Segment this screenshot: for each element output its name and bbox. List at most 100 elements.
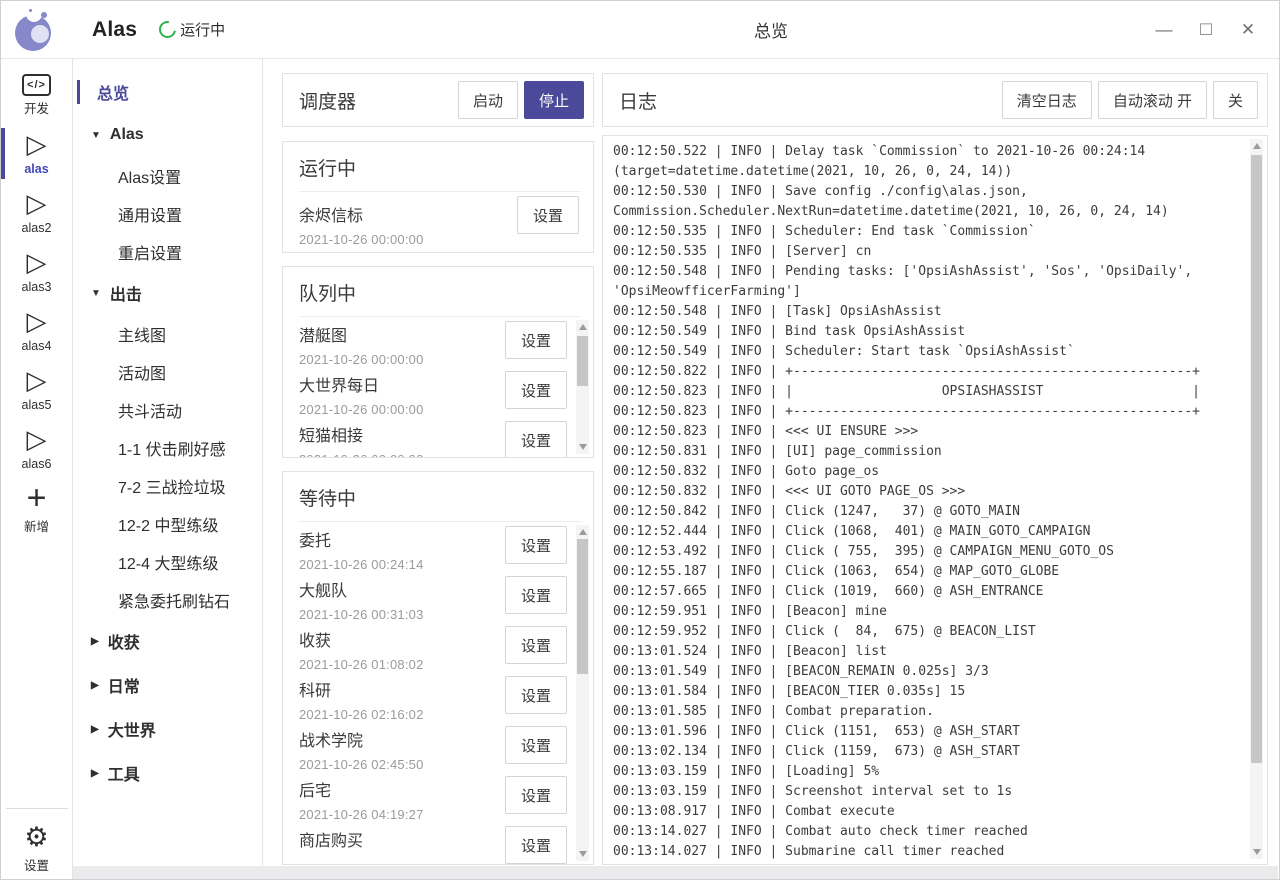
sidebar-item-icon: ▷ — [27, 187, 47, 219]
chevron-icon: ▶ — [91, 768, 99, 779]
log-line: 00:12:59.951 | INFO | [Beacon] mine — [613, 602, 1243, 622]
sidebar-instance-item[interactable]: </> 开发 — [1, 67, 72, 126]
task-settings-button[interactable]: 设置 — [505, 576, 567, 614]
menu-item[interactable]: ▶ 日常 — [73, 663, 262, 707]
log-output[interactable]: 00:12:50.522 | INFO | Delay task `Commis… — [602, 135, 1268, 865]
menu-item[interactable]: Alas设置 — [73, 157, 262, 195]
log-line: 00:12:50.823 | INFO | | OPSIASHASSIST | — [613, 382, 1243, 402]
menu-item[interactable]: 重启设置 — [73, 233, 262, 271]
instance-list: </> 开发 ▷ alas ▷ alas2 ▷ — [1, 67, 72, 539]
sidebar-item-label: alas4 — [22, 339, 52, 353]
chevron-icon: ▶ — [91, 636, 99, 647]
task-settings-button[interactable]: 设置 — [505, 776, 567, 814]
app-title: Alas — [92, 18, 137, 42]
menu-item[interactable]: ▶ 大世界 — [73, 707, 262, 751]
menu-item-label: 紧急委托刷钻石 — [118, 588, 230, 612]
waiting-task-list: 委托 2021-10-26 00:24:14 设置 大舰队 2021-10-26… — [299, 522, 593, 865]
task-settings-button[interactable]: 设置 — [505, 321, 567, 359]
log-line: 00:12:50.549 | INFO | Scheduler: Start t… — [613, 342, 1243, 362]
log-line: 'OpsiMeowfficerFarming'] — [613, 282, 1243, 302]
scrollbar — [1250, 139, 1263, 859]
minimize-icon[interactable]: — — [1147, 13, 1181, 47]
waiting-title: 等待中 — [299, 472, 593, 521]
task-settings-button[interactable]: 设置 — [505, 626, 567, 664]
task-row: 后宅 2021-10-26 04:19:27 设置 — [299, 772, 593, 822]
scroll-down-icon[interactable] — [1253, 849, 1261, 855]
menu-item[interactable]: 1-1 伏击刷好感 — [73, 429, 262, 467]
sidebar-instance-item[interactable]: ▷ alas6 — [1, 421, 72, 480]
sidebar-instance-item[interactable]: ▷ alas3 — [1, 244, 72, 303]
sidebar-instance-item[interactable]: + 新增 — [1, 480, 72, 539]
log-line: 00:13:08.917 | INFO | Combat execute — [613, 802, 1243, 822]
chevron-icon: ▶ — [91, 680, 99, 691]
menu-item[interactable]: 12-2 中型练级 — [73, 505, 262, 543]
window-controls: — □ ✕ — [1147, 1, 1265, 59]
task-settings-button[interactable]: 设置 — [505, 371, 567, 409]
title-bar: Alas 运行中 总览 — □ ✕ — [1, 1, 1279, 59]
log-line: (target=datetime.datetime(2021, 10, 26, … — [613, 162, 1243, 182]
autoscroll-toggle-button[interactable]: 自动滚动 开 — [1098, 81, 1207, 119]
menu-item[interactable]: 主线图 — [73, 315, 262, 353]
scheduler-stop-button[interactable]: 停止 — [524, 81, 584, 119]
menu-item-label: 重启设置 — [118, 240, 182, 264]
log-line: 00:12:50.548 | INFO | [Task] OpsiAshAssi… — [613, 302, 1243, 322]
log-line: 00:12:50.823 | INFO | +-----------------… — [613, 402, 1243, 422]
scheduler-title: 调度器 — [299, 87, 458, 114]
task-settings-button[interactable]: 设置 — [505, 421, 567, 458]
menu-item-label: 日常 — [108, 673, 140, 697]
task-settings-button[interactable]: 设置 — [505, 726, 567, 764]
chevron-icon: ▼ — [91, 288, 101, 299]
running-task-list: 余烬信标 2021-10-26 00:00:00 设置 — [299, 192, 593, 253]
menu-item[interactable]: 活动图 — [73, 353, 262, 391]
collapse-log-button[interactable]: 关 — [1213, 81, 1258, 119]
task-row: 潜艇图 2021-10-26 00:00:00 设置 — [299, 317, 593, 367]
clear-log-button[interactable]: 清空日志 — [1002, 81, 1092, 119]
sidebar-item-icon: ▷ — [27, 423, 47, 455]
scheduler-start-button[interactable]: 启动 — [458, 81, 518, 119]
menu-item[interactable]: 7-2 三战捡垃圾 — [73, 467, 262, 505]
menu-item[interactable]: 共斗活动 — [73, 391, 262, 429]
log-line: 00:12:50.549 | INFO | Bind task OpsiAshA… — [613, 322, 1243, 342]
task-settings-button[interactable]: 设置 — [505, 526, 567, 564]
menu-item[interactable]: 通用设置 — [73, 195, 262, 233]
scroll-up-icon[interactable] — [1253, 143, 1261, 149]
log-line: 00:12:50.535 | INFO | Scheduler: End tas… — [613, 222, 1243, 242]
queued-task-list: 潜艇图 2021-10-26 00:00:00 设置 大世界每日 2021-10… — [299, 317, 593, 458]
task-row: 委托 2021-10-26 00:24:14 设置 — [299, 522, 593, 572]
task-row: 大世界每日 2021-10-26 00:00:00 设置 — [299, 367, 593, 417]
menu-item[interactable]: ▼ 出击 — [73, 271, 262, 315]
sidebar-item-label: alas3 — [22, 280, 52, 294]
scrollbar-thumb[interactable] — [1251, 155, 1262, 763]
close-icon[interactable]: ✕ — [1231, 13, 1265, 47]
log-line: 00:13:03.159 | INFO | [Loading] 5% — [613, 762, 1243, 782]
sidebar-item-label: alas — [24, 162, 48, 176]
menu-item[interactable]: 紧急委托刷钻石 — [73, 581, 262, 619]
sidebar-item-settings[interactable]: ⚙ 设置 — [1, 819, 72, 875]
task-settings-button[interactable]: 设置 — [505, 826, 567, 864]
menu-item[interactable]: ▶ 收获 — [73, 619, 262, 663]
sidebar-item-icon: + — [27, 482, 47, 514]
log-column: 日志 清空日志 自动滚动 开 关 00:12:50.522 | INFO | D… — [602, 73, 1268, 865]
task-settings-button[interactable]: 设置 — [517, 196, 579, 234]
menu-item[interactable]: ▶ 工具 — [73, 751, 262, 795]
alas-logo-icon — [14, 9, 56, 51]
task-next-run-time: 2021-10-26 00:00:00 — [299, 232, 593, 247]
sidebar-instance-item[interactable]: ▷ alas2 — [1, 185, 72, 244]
menu-item-label: 总览 — [97, 80, 129, 104]
menu-item-label: 主线图 — [118, 322, 166, 346]
menu-item-label: Alas — [110, 126, 144, 144]
menu-item-label: 1-1 伏击刷好感 — [118, 436, 226, 460]
scheduler-header: 调度器 启动 停止 — [282, 73, 594, 127]
sidebar-instance-item[interactable]: ▷ alas5 — [1, 362, 72, 421]
log-line: 00:12:50.530 | INFO | Save config ./conf… — [613, 182, 1243, 202]
menu-item[interactable]: 12-4 大型练级 — [73, 543, 262, 581]
sidebar-instance-item[interactable]: ▷ alas — [1, 126, 72, 185]
log-line: 00:13:01.585 | INFO | Combat preparation… — [613, 702, 1243, 722]
log-line: 00:12:50.831 | INFO | [UI] page_commissi… — [613, 442, 1243, 462]
menu-item[interactable]: 总览 — [73, 71, 262, 113]
sidebar-item-label: alas2 — [22, 221, 52, 235]
task-settings-button[interactable]: 设置 — [505, 676, 567, 714]
sidebar-instance-item[interactable]: ▷ alas4 — [1, 303, 72, 362]
menu-item[interactable]: ▼ Alas — [73, 113, 262, 157]
maximize-icon[interactable]: □ — [1189, 13, 1223, 47]
